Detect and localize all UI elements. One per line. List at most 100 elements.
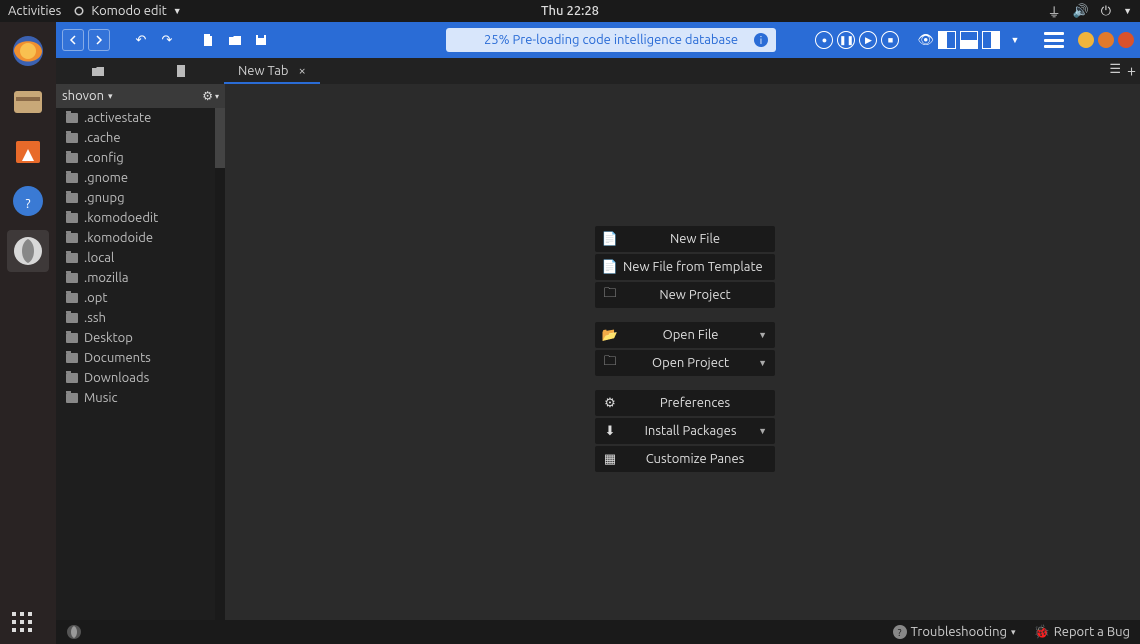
file-tree-item[interactable]: .gnupg [56, 188, 225, 208]
file-tree-label: .opt [84, 291, 107, 305]
project-icon: 🗀 [603, 284, 617, 306]
folder-icon [66, 393, 78, 403]
main-split: shovon ▾ ⚙▾ .activestate.cache.config.gn… [56, 84, 1140, 644]
notification-dot-3[interactable] [1118, 32, 1134, 48]
folder-icon [66, 313, 78, 323]
right-pane-toggle[interactable] [982, 31, 1000, 49]
file-tree-label: .ssh [84, 311, 106, 325]
network-icon[interactable]: ⏚ [1048, 2, 1061, 21]
dock-help-icon[interactable]: ? [7, 180, 49, 222]
dock-show-apps-icon[interactable] [12, 612, 32, 632]
files-tab-icon[interactable] [140, 58, 224, 84]
dock-files-icon[interactable] [7, 80, 49, 122]
start-panel: 📄 New File 📄 New File from Template 🗀 Ne… [595, 226, 775, 486]
new-project-button[interactable]: 🗀 New Project [595, 282, 775, 308]
new-file-start-button[interactable]: 📄 New File [595, 226, 775, 252]
tab-list-icon[interactable]: ☰ [1109, 62, 1121, 80]
power-icon[interactable]: ⏻ [1101, 4, 1111, 19]
file-tree-item[interactable]: .mozilla [56, 268, 225, 288]
dock-komodo-icon[interactable] [7, 230, 49, 272]
file-tree-item[interactable]: Downloads [56, 368, 225, 388]
file-tree-item[interactable]: Music [56, 388, 225, 408]
folder-open-icon: 📂 [603, 328, 617, 343]
close-tab-icon[interactable]: × [299, 64, 306, 78]
open-project-button[interactable]: 🗀 Open Project ▼ [595, 350, 775, 376]
open-file-button[interactable]: 📂 Open File ▼ [595, 322, 775, 348]
record-macro-button[interactable]: ● [815, 31, 833, 49]
file-tree-item[interactable]: .local [56, 248, 225, 268]
file-tree-item[interactable]: .config [56, 148, 225, 168]
sidebar-scrollbar[interactable] [215, 108, 225, 620]
file-tree-item[interactable]: .cache [56, 128, 225, 148]
caret-icon: ▼ [758, 426, 767, 436]
report-bug-link[interactable]: 🐞 Report a Bug [1034, 625, 1130, 640]
start-label: New Project [623, 288, 767, 302]
question-icon: ? [893, 625, 907, 639]
app-menu[interactable]: Komodo edit ▼ [73, 4, 181, 18]
caret-icon: ▼ [758, 330, 767, 340]
customize-panes-button[interactable]: ▦ Customize Panes [595, 446, 775, 472]
file-tree-label: .local [84, 251, 114, 265]
caret-icon: ▼ [758, 358, 767, 368]
file-tree-item[interactable]: .gnome [56, 168, 225, 188]
clock[interactable]: Thu 22:28 [541, 4, 599, 18]
komodo-status-icon[interactable] [66, 624, 82, 640]
sidebar-header-places[interactable]: shovon ▾ ⚙▾ [56, 84, 225, 108]
sidebar-gear-icon[interactable]: ⚙▾ [202, 89, 219, 103]
open-folder-button[interactable] [224, 29, 246, 51]
folder-icon [66, 133, 78, 143]
dock-firefox-icon[interactable] [7, 30, 49, 72]
back-button[interactable] [62, 29, 84, 51]
file-tree-item[interactable]: Desktop [56, 328, 225, 348]
folder-icon [66, 353, 78, 363]
dock-software-icon[interactable] [7, 130, 49, 172]
tab-strip: New Tab × ☰ + [56, 58, 1140, 84]
menu-button[interactable] [1044, 32, 1064, 48]
chevron-down-icon: ▾ [108, 91, 113, 102]
left-pane-toggle[interactable] [938, 31, 956, 49]
redo-button[interactable]: ↷ [156, 29, 178, 51]
bottom-pane-toggle[interactable] [960, 31, 978, 49]
info-icon[interactable]: i [754, 33, 768, 47]
folder-icon [66, 253, 78, 263]
bug-icon: 🐞 [1034, 625, 1050, 640]
new-file-button[interactable] [198, 29, 220, 51]
file-tree-label: .gnupg [84, 191, 125, 205]
notification-dot-2[interactable] [1098, 32, 1114, 48]
undo-button[interactable]: ↶ [130, 29, 152, 51]
scroll-thumb[interactable] [215, 108, 225, 168]
preferences-button[interactable]: ⚙ Preferences [595, 390, 775, 416]
tab-new-tab[interactable]: New Tab × [224, 60, 320, 84]
pause-macro-button[interactable]: ❚❚ [837, 31, 855, 49]
file-tree-item[interactable]: Documents [56, 348, 225, 368]
folder-icon [66, 373, 78, 383]
notification-dot-1[interactable] [1078, 32, 1094, 48]
forward-button[interactable] [88, 29, 110, 51]
activities-button[interactable]: Activities [8, 4, 61, 18]
save-macro-button[interactable]: ■ [881, 31, 899, 49]
eye-icon[interactable]: 👁 [917, 33, 934, 48]
volume-icon[interactable]: 🔊 [1073, 4, 1089, 19]
status-message-text: 25% Pre-loading code intelligence databa… [484, 33, 738, 47]
file-tree-item[interactable]: .opt [56, 288, 225, 308]
install-packages-button[interactable]: ⬇ Install Packages ▼ [595, 418, 775, 444]
save-button[interactable] [250, 29, 272, 51]
system-caret-icon[interactable]: ▼ [1123, 6, 1132, 16]
file-template-icon: 📄 [603, 260, 617, 275]
start-label: New File [623, 232, 767, 246]
troubleshooting-link[interactable]: ? Troubleshooting ▾ [893, 625, 1016, 639]
svg-text:?: ? [25, 197, 30, 211]
play-macro-button[interactable]: ▶ [859, 31, 877, 49]
new-tab-button[interactable]: + [1127, 62, 1136, 80]
file-tree-item[interactable]: .komodoedit [56, 208, 225, 228]
file-tree-item[interactable]: .activestate [56, 108, 225, 128]
file-tree-item[interactable]: .komodoide [56, 228, 225, 248]
caret-icon: ▾ [1011, 627, 1016, 638]
places-tab-icon[interactable] [56, 58, 140, 84]
main-toolbar: ↶ ↷ 25% Pre-loading code intelligence da… [56, 22, 1140, 58]
start-label: Preferences [623, 396, 767, 410]
pane-dropdown[interactable]: ▼ [1004, 29, 1026, 51]
file-tree-item[interactable]: .ssh [56, 308, 225, 328]
tab-label: New Tab [238, 64, 289, 78]
new-file-template-button[interactable]: 📄 New File from Template [595, 254, 775, 280]
